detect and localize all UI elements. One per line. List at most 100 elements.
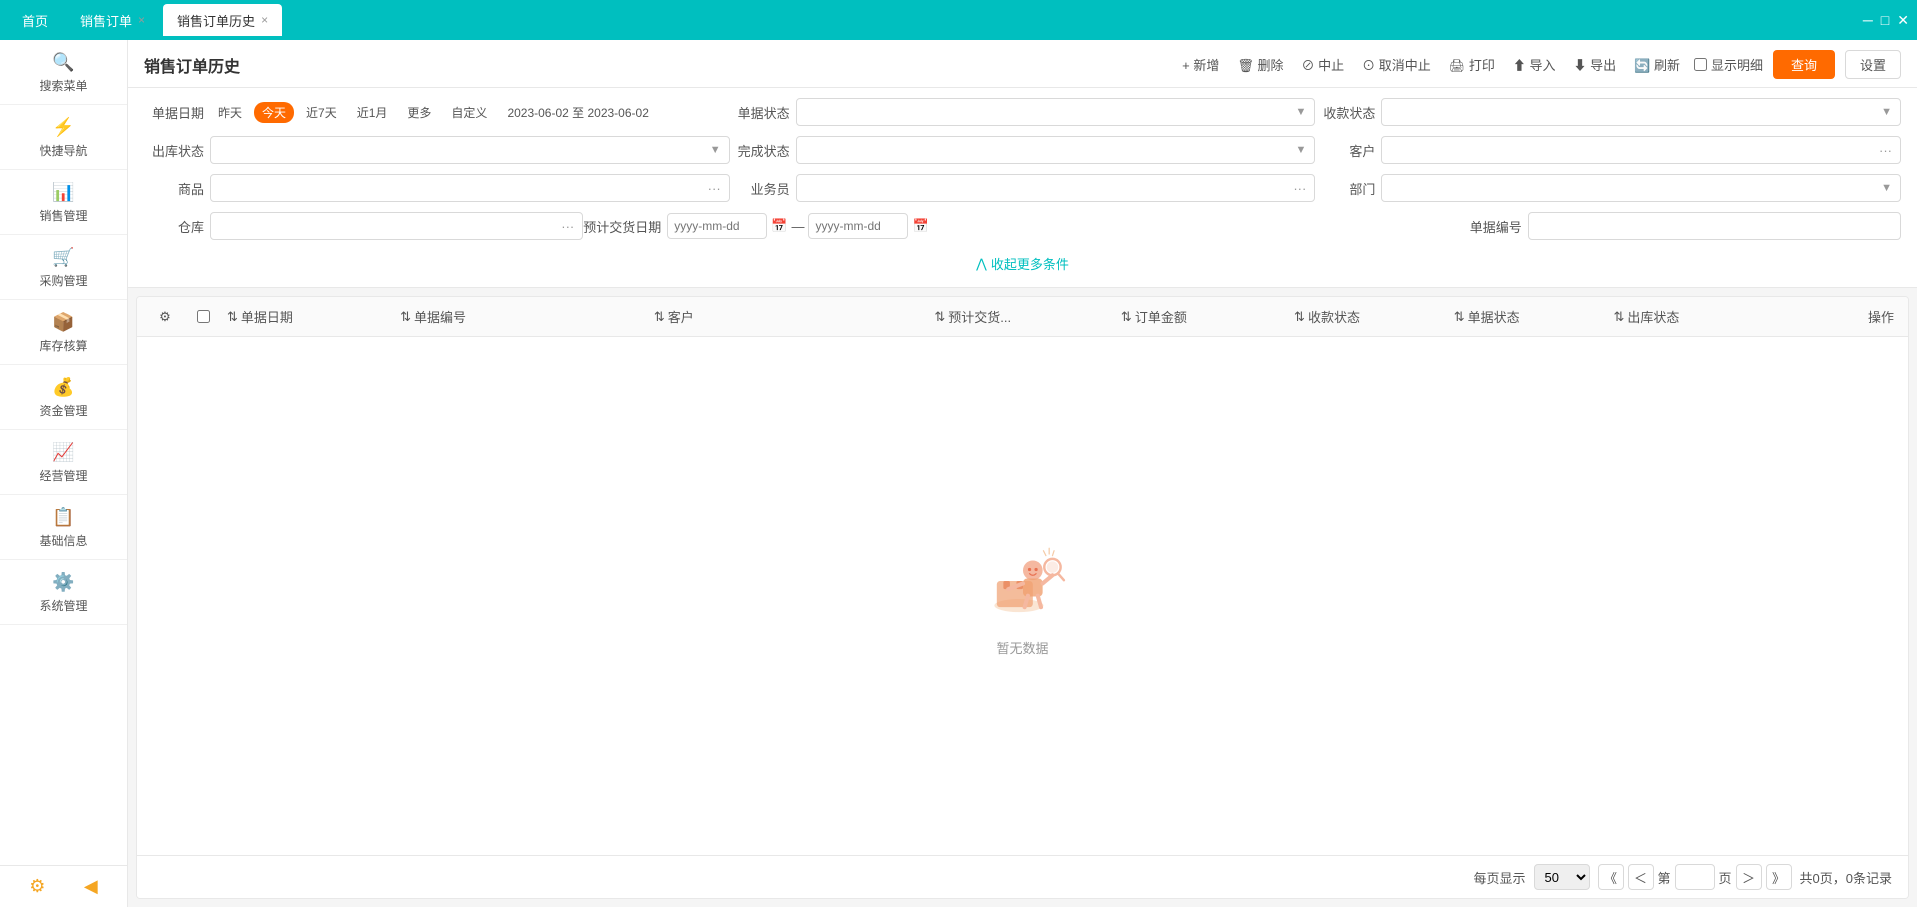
import-button[interactable]: ⬆ 导入 — [1509, 55, 1560, 74]
th-order-status[interactable]: ⇅ 单据状态 — [1448, 307, 1608, 326]
sidebar-item-operations[interactable]: 📈 经营管理 — [0, 430, 127, 495]
warehouse-dots-icon[interactable]: ··· — [561, 219, 574, 234]
date-tag-7days[interactable]: 近7天 — [298, 102, 345, 123]
tab-sales-order-history[interactable]: 销售订单历史 × — [163, 4, 282, 36]
select-all-checkbox[interactable] — [197, 310, 210, 323]
date-range-text: 2023-06-02 至 2023-06-02 — [507, 104, 648, 121]
filter-department: 部门 ▼ — [1315, 174, 1901, 202]
date-tag-more[interactable]: 更多 — [399, 102, 439, 123]
sidebar-settings-icon[interactable]: ⚙ — [29, 876, 45, 897]
collapse-filter-link[interactable]: ⋀ 收起更多条件 — [144, 250, 1901, 277]
complete-status-label: 完成状态 — [730, 141, 790, 160]
total-info: 共0页，0条记录 — [1800, 868, 1892, 887]
first-page-button[interactable]: 《 — [1598, 864, 1624, 890]
date-tag-yesterday[interactable]: 昨天 — [210, 102, 250, 123]
goods-select[interactable]: ··· — [210, 174, 730, 202]
department-select[interactable]: ▼ — [1381, 174, 1901, 202]
sidebar-item-quick-nav[interactable]: ⚡ 快捷导航 — [0, 105, 127, 170]
sidebar-item-capital[interactable]: 💰 资金管理 — [0, 365, 127, 430]
delivery-from-calendar-icon[interactable]: 📅 — [771, 218, 787, 234]
order-no-label: 单据编号 — [1462, 217, 1522, 236]
cancel-stop-button[interactable]: ⊙ 取消中止 — [1358, 55, 1435, 74]
th-amount[interactable]: ⇅ 订单金额 — [1115, 307, 1288, 326]
salesman-select[interactable]: ··· — [796, 174, 1316, 202]
collapse-icon: ⋀ — [976, 256, 987, 272]
salesman-dots-icon[interactable]: ··· — [1293, 181, 1306, 196]
new-button[interactable]: + 新增 — [1178, 55, 1223, 74]
purchase-mgmt-icon: 🛒 — [52, 247, 74, 268]
date-tag-today[interactable]: 今天 — [254, 102, 294, 123]
close-sales-order-icon[interactable]: × — [138, 13, 145, 27]
tab-sales-order[interactable]: 销售订单 × — [66, 4, 159, 36]
th-check[interactable] — [185, 310, 221, 323]
empty-state: 暂无数据 — [973, 536, 1073, 657]
setting-button[interactable]: 设置 — [1845, 50, 1901, 79]
goods-dots-icon[interactable]: ··· — [708, 181, 721, 196]
sidebar-item-purchase-mgmt-label: 采购管理 — [39, 272, 87, 289]
order-status-label: 单据状态 — [730, 103, 790, 122]
customer-dots-icon[interactable]: ··· — [1879, 143, 1892, 158]
department-label: 部门 — [1315, 179, 1375, 198]
date-tag-custom[interactable]: 自定义 — [443, 102, 495, 123]
goods-label: 商品 — [144, 179, 204, 198]
page-size-select[interactable]: 50 20 100 — [1534, 864, 1590, 890]
prev-page-button[interactable]: ＜ — [1628, 864, 1654, 890]
out-status-select[interactable]: ▼ — [210, 136, 730, 164]
export-button[interactable]: ⬇ 导出 — [1570, 55, 1621, 74]
collapse-label: 收起更多条件 — [991, 254, 1069, 273]
th-order-no[interactable]: ⇅ 单据编号 — [394, 307, 648, 326]
sidebar-item-sales-mgmt[interactable]: 📊 销售管理 — [0, 170, 127, 235]
sidebar-item-search-menu[interactable]: 🔍 搜索菜单 — [0, 40, 127, 105]
topbar-close-icon[interactable]: ✕ — [1897, 12, 1909, 29]
filter-order-no: 单据编号 — [1462, 212, 1901, 240]
empty-text: 暂无数据 — [996, 638, 1048, 657]
delivery-date-to[interactable] — [808, 213, 908, 239]
delivery-to-calendar-icon[interactable]: 📅 — [912, 218, 928, 234]
delete-button[interactable]: 🗑 删除 — [1233, 55, 1287, 74]
th-settings[interactable]: ⚙ — [145, 309, 185, 325]
sidebar-item-basic-info[interactable]: 📋 基础信息 — [0, 495, 127, 560]
last-page-button[interactable]: 》 — [1766, 864, 1792, 890]
filter-warehouse: 仓库 ··· — [144, 212, 583, 240]
order-no-input[interactable] — [1528, 212, 1901, 240]
topbar-maximize-icon[interactable]: □ — [1881, 12, 1889, 28]
complete-status-select[interactable]: ▼ — [796, 136, 1316, 164]
sidebar-collapse-icon[interactable]: ◀ — [84, 876, 98, 897]
sidebar-item-inventory[interactable]: 📦 库存核算 — [0, 300, 127, 365]
stop-button[interactable]: ⊘ 中止 — [1298, 55, 1349, 74]
th-pay-status[interactable]: ⇅ 收款状态 — [1288, 307, 1448, 326]
th-date-label: 单据日期 — [241, 307, 293, 326]
display-detail-checkbox[interactable]: 显示明细 — [1694, 55, 1763, 74]
next-page-button[interactable]: ＞ — [1736, 864, 1762, 890]
refresh-button[interactable]: 🔄 刷新 — [1630, 55, 1684, 74]
sidebar-item-purchase-mgmt[interactable]: 🛒 采购管理 — [0, 235, 127, 300]
th-pay-status-sort-icon: ⇅ — [1294, 309, 1305, 325]
display-detail-input[interactable] — [1694, 58, 1707, 71]
page-word: 第 — [1658, 868, 1671, 887]
th-customer[interactable]: ⇅ 客户 — [648, 307, 929, 326]
delivery-date-from[interactable] — [667, 213, 767, 239]
th-out-status[interactable]: ⇅ 出库状态 — [1607, 307, 1780, 326]
filter-customer: 客户 ··· — [1315, 136, 1901, 164]
page-number-input[interactable]: 1 — [1675, 864, 1715, 890]
payment-status-select[interactable]: ▼ — [1381, 98, 1901, 126]
page-word-2: 页 — [1719, 868, 1732, 887]
sales-mgmt-icon: 📊 — [52, 182, 74, 203]
topbar-minimize-icon[interactable]: ─ — [1863, 12, 1873, 28]
date-tag-1month[interactable]: 近1月 — [349, 102, 396, 123]
date-label: 单据日期 — [144, 103, 204, 122]
th-delivery-sort-icon: ⇅ — [934, 309, 945, 325]
warehouse-select[interactable]: ··· — [210, 212, 583, 240]
order-status-select[interactable]: ▼ — [796, 98, 1316, 126]
customer-select[interactable]: ··· — [1381, 136, 1901, 164]
inventory-icon: 📦 — [52, 312, 74, 333]
tab-home[interactable]: 首页 — [8, 4, 62, 36]
th-delivery[interactable]: ⇅ 预计交货... — [928, 307, 1115, 326]
sidebar-item-sys-mgmt[interactable]: ⚙️ 系统管理 — [0, 560, 127, 625]
th-date[interactable]: ⇅ 单据日期 — [221, 307, 394, 326]
payment-status-label: 收款状态 — [1315, 103, 1375, 122]
page-size-label: 每页显示 — [1473, 868, 1525, 887]
print-button[interactable]: 🖨 打印 — [1445, 55, 1499, 74]
close-sales-order-history-icon[interactable]: × — [261, 13, 268, 27]
query-button[interactable]: 查询 — [1773, 50, 1835, 79]
